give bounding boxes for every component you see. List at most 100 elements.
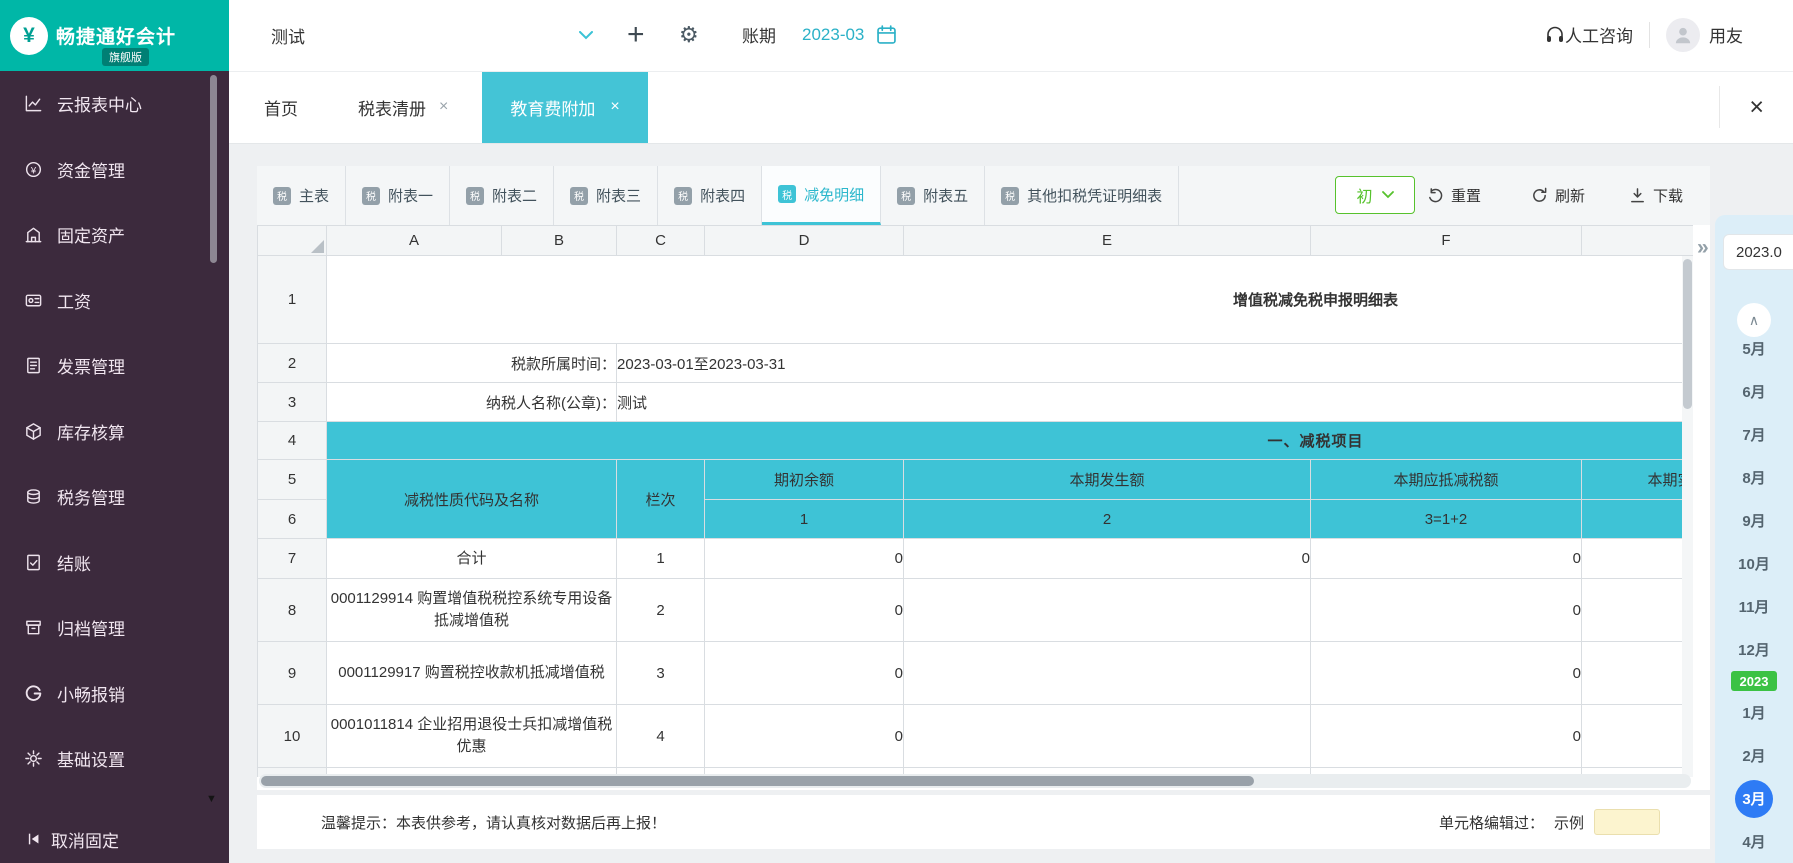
row-number[interactable]: 1 — [257, 255, 327, 344]
meta-value-period[interactable]: 2023-03-01至2023-03-31 — [616, 343, 1693, 383]
header-name[interactable]: 减税性质代码及名称 — [326, 459, 617, 539]
month-item[interactable]: 1月 — [1715, 691, 1793, 734]
sidebar-scroll-down-icon[interactable]: ▼ — [206, 793, 217, 805]
header-opening-balance[interactable]: 期初余额 — [704, 459, 904, 500]
header-col-2[interactable]: 2 — [903, 499, 1311, 539]
tab-tax-register[interactable]: 税表清册 × — [346, 95, 460, 120]
month-item[interactable]: 2月 — [1715, 734, 1793, 777]
row-number[interactable]: 4 — [257, 421, 327, 460]
cell-lineno[interactable]: 2 — [616, 578, 705, 642]
cell-value[interactable] — [903, 578, 1311, 642]
sidebar-scrollbar-thumb[interactable] — [210, 75, 217, 263]
tab-education-surcharge[interactable]: 教育费附加 × — [482, 71, 648, 143]
calendar-icon[interactable] — [877, 0, 896, 69]
cell-value[interactable]: 0 — [704, 704, 904, 768]
cell-value[interactable]: 0 — [704, 538, 904, 579]
cell-value[interactable]: 0 — [1310, 641, 1582, 705]
cell-empty[interactable] — [1581, 704, 1693, 768]
consult-link[interactable]: 人工咨询 — [1565, 22, 1633, 47]
section-header[interactable]: 一、减税项目 — [326, 421, 1693, 460]
col-header-f[interactable]: F — [1310, 225, 1582, 256]
row-number[interactable]: 10 — [257, 704, 327, 768]
refresh-button[interactable]: 刷新 — [1531, 166, 1585, 225]
sheet-tab-appendix-4[interactable]: 税 附表四 — [658, 166, 763, 225]
sheet-tab-other-deduction-voucher[interactable]: 税 其他扣税凭证明细表 — [985, 166, 1180, 225]
month-item[interactable]: 5月 — [1715, 327, 1793, 370]
header-actual-deducted[interactable]: 本期实际抵减税额 — [1581, 459, 1693, 500]
cell-value[interactable]: 0 — [704, 641, 904, 705]
cell-lineno[interactable]: 1 — [616, 538, 705, 579]
gear-icon[interactable]: ⚙ — [679, 0, 699, 69]
tab-home[interactable]: 首页 — [252, 95, 310, 120]
col-header-a[interactable]: A — [326, 225, 502, 256]
row-number[interactable]: 5 — [257, 459, 327, 500]
cell-name[interactable]: 合计 — [326, 538, 617, 579]
month-item[interactable]: 7月 — [1715, 413, 1793, 456]
horizontal-scrollbar-thumb[interactable] — [261, 776, 1254, 786]
month-item[interactable]: 6月 — [1715, 370, 1793, 413]
cell-lineno[interactable]: 3 — [616, 641, 705, 705]
period-dropdown[interactable]: 初 — [1335, 176, 1415, 214]
sheet-tab-appendix-2[interactable]: 税 附表二 — [450, 166, 555, 225]
unpin-button[interactable]: 取消固定 — [0, 815, 229, 863]
sidebar-item-tax[interactable]: 税务管理 — [0, 464, 229, 530]
cell-value[interactable]: 0 — [903, 538, 1311, 579]
sidebar-item-salary[interactable]: 工资 — [0, 268, 229, 334]
close-icon[interactable]: × — [439, 98, 448, 116]
row-number[interactable]: 3 — [257, 382, 327, 422]
col-header-g[interactable] — [1581, 225, 1693, 256]
cell-name[interactable]: 0001129917 购置税控收款机抵减增值税 — [326, 641, 617, 705]
user-name[interactable]: 用友 — [1709, 22, 1743, 47]
reset-button[interactable]: 重置 — [1427, 166, 1481, 225]
row-number[interactable]: 2 — [257, 343, 327, 383]
month-item[interactable]: 10月 — [1715, 542, 1793, 585]
sidebar-item-cloud-reports[interactable]: 云报表中心 — [0, 71, 229, 137]
row-number[interactable]: 7 — [257, 538, 327, 579]
year-selector[interactable]: 2023.0 — [1723, 234, 1793, 270]
sidebar-item-settings[interactable]: 基础设置 — [0, 726, 229, 792]
avatar[interactable] — [1666, 17, 1700, 52]
header-col-1[interactable]: 1 — [704, 499, 904, 539]
cell-value[interactable]: 0 — [704, 578, 904, 642]
cell-value[interactable] — [903, 704, 1311, 768]
row-number[interactable]: 9 — [257, 641, 327, 705]
sidebar-item-closing[interactable]: 结账 — [0, 530, 229, 596]
sheet-tab-reduction-detail[interactable]: 税 减免明细 — [762, 166, 882, 225]
header-deductible[interactable]: 本期应抵减税额 — [1310, 459, 1582, 500]
cell-value[interactable] — [903, 641, 1311, 705]
month-item[interactable]: 11月 — [1715, 585, 1793, 628]
sidebar-item-funds[interactable]: ¥ 资金管理 — [0, 137, 229, 203]
sheet-tab-appendix-1[interactable]: 税 附表一 — [346, 166, 451, 225]
col-header-b[interactable]: B — [501, 225, 617, 256]
header-col-3[interactable]: 3=1+2 — [1310, 499, 1582, 539]
month-item[interactable]: 4月 — [1715, 820, 1793, 863]
cell-value[interactable]: 0 — [1310, 704, 1582, 768]
cell-empty[interactable] — [1581, 538, 1693, 579]
month-item[interactable]: 9月 — [1715, 499, 1793, 542]
cell-empty[interactable] — [1581, 578, 1693, 642]
header-col-4[interactable]: 4 — [1581, 499, 1693, 539]
row-number[interactable]: 6 — [257, 499, 327, 539]
meta-label-period[interactable]: 税款所属时间： — [326, 343, 617, 383]
sidebar-item-archive[interactable]: 归档管理 — [0, 595, 229, 661]
sheet-tab-appendix-5[interactable]: 税 附表五 — [881, 166, 986, 225]
close-all-icon[interactable]: × — [1720, 93, 1793, 122]
row-number[interactable]: 8 — [257, 578, 327, 642]
col-header-e[interactable]: E — [903, 225, 1311, 256]
cell-name[interactable]: 0001129914 购置增值税税控系统专用设备抵减增值税 — [326, 578, 617, 642]
cell-empty[interactable] — [1581, 641, 1693, 705]
period-value[interactable]: 2023-03 — [802, 0, 864, 69]
header-lineno[interactable]: 栏次 — [616, 459, 705, 539]
horizontal-scrollbar[interactable] — [259, 774, 1691, 788]
sidebar-item-fixed-assets[interactable]: 固定资产 — [0, 202, 229, 268]
month-item[interactable]: 8月 — [1715, 456, 1793, 499]
close-icon[interactable]: × — [610, 98, 619, 116]
col-header-c[interactable]: C — [616, 225, 705, 256]
col-header-d[interactable]: D — [704, 225, 904, 256]
panel-expand-icon[interactable]: » — [1697, 236, 1709, 260]
meta-value-taxpayer[interactable]: 测试 — [616, 382, 1693, 422]
vertical-scrollbar[interactable] — [1682, 256, 1693, 777]
company-select[interactable]: 测试 — [271, 0, 593, 71]
add-account-set-button[interactable]: + — [627, 0, 645, 69]
cell-name[interactable]: 0001011814 企业招用退役士兵扣减增值税优惠 — [326, 704, 617, 768]
